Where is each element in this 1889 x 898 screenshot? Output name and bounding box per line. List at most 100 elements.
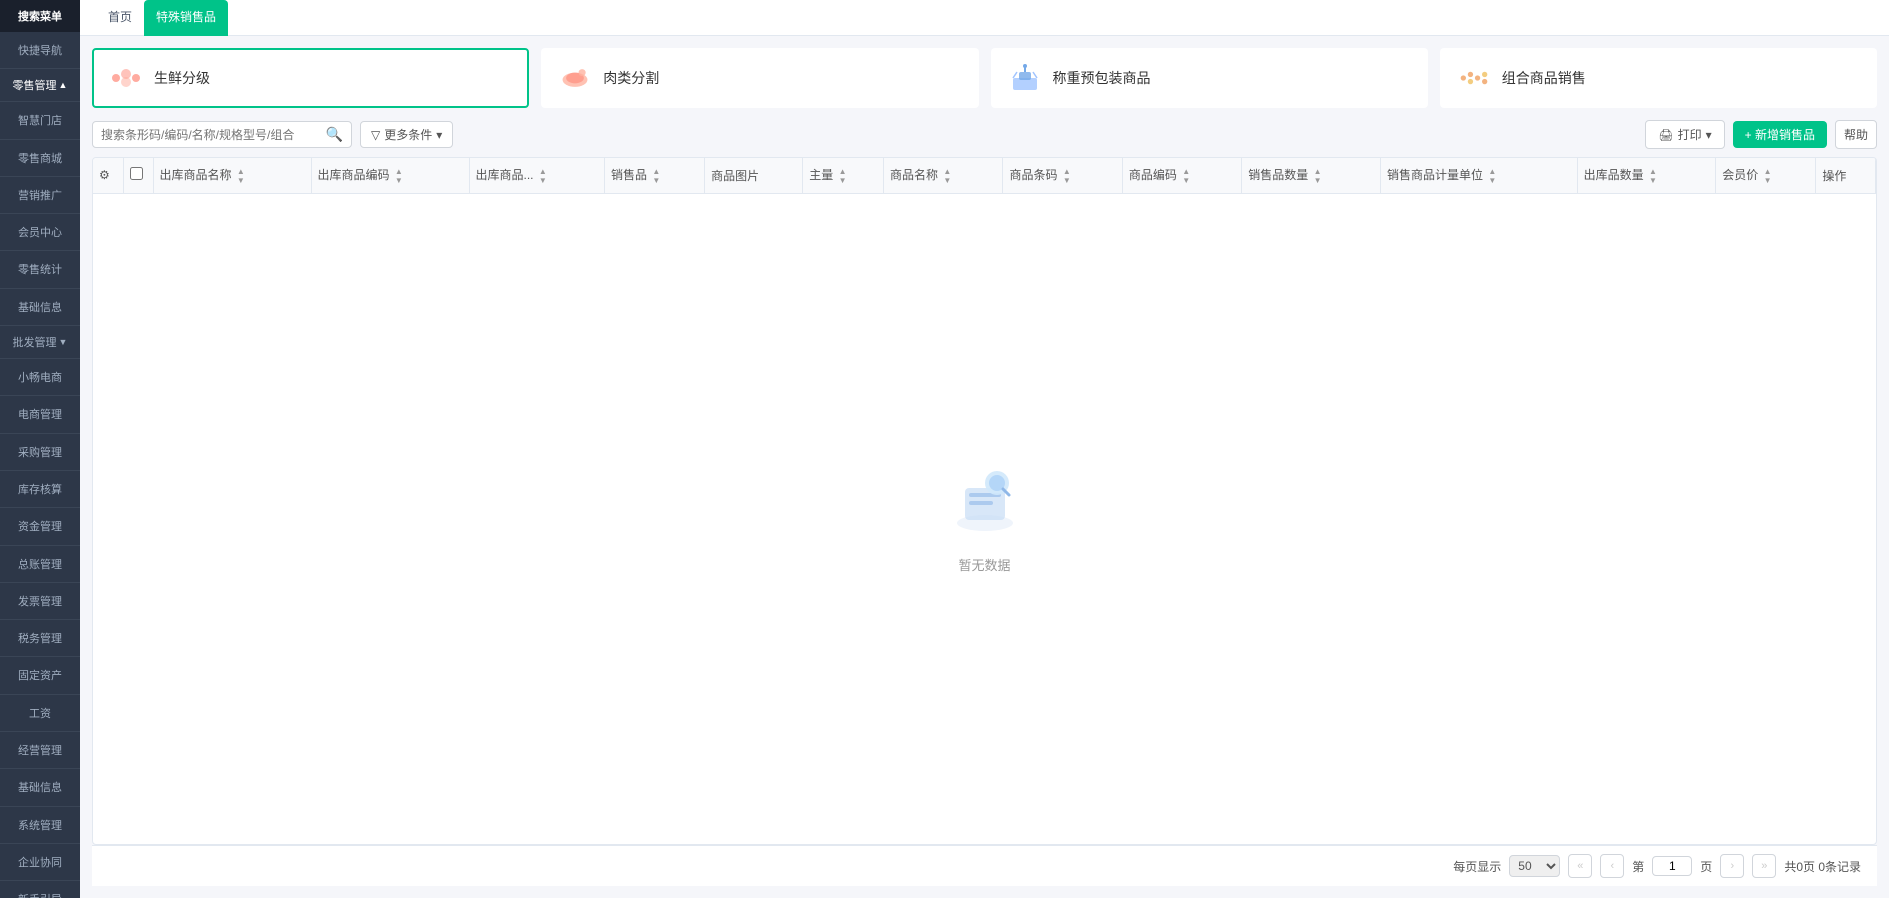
fresh-grade-icon — [110, 62, 142, 94]
th-product-code[interactable]: 商品编码 ▲▼ — [1122, 158, 1241, 193]
prev-page-button[interactable]: ‹ — [1600, 854, 1624, 878]
tab-card-weight-package-label: 称重预包装商品 — [1053, 68, 1151, 88]
combo-sales-icon — [1458, 62, 1490, 94]
last-page-button[interactable]: » — [1752, 854, 1776, 878]
per-page-select[interactable]: 50 10 20 100 — [1509, 855, 1560, 877]
sidebar-item-small-prog[interactable]: 小畅电商 — [0, 359, 80, 396]
page-input[interactable] — [1652, 856, 1692, 876]
th-settings[interactable]: ⚙ — [93, 158, 123, 193]
sidebar-item-retail-stats[interactable]: 零售统计 — [0, 251, 80, 288]
th-out-name[interactable]: 出库商品名称 ▲▼ — [153, 158, 311, 193]
table-header-row: ⚙ 出库商品名称 ▲▼ 出库商品编码 ▲▼ — [93, 158, 1876, 193]
page-content: 生鲜分级 肉类分割 — [80, 36, 1889, 898]
sidebar-item-retail-mall[interactable]: 零售商城 — [0, 140, 80, 177]
filter-button[interactable]: ▽ 更多条件 ▾ — [360, 121, 453, 148]
filter-label: 更多条件 — [384, 126, 432, 143]
sidebar-item-new-guide[interactable]: 新手引导 — [0, 881, 80, 898]
sidebar-item-member-center[interactable]: 会员中心 — [0, 214, 80, 251]
th-barcode[interactable]: 商品条码 ▲▼ — [1003, 158, 1122, 193]
tab-card-combo-sales[interactable]: 组合商品销售 — [1440, 48, 1877, 108]
th-sales-qty[interactable]: 销售品数量 ▲▼ — [1242, 158, 1381, 193]
sort-icon-11: ▲▼ — [1649, 167, 1657, 185]
sidebar-item-basic-info2[interactable]: 基础信息 — [0, 769, 80, 806]
main-content: 首页 特殊销售品 生鲜分级 — [80, 0, 1889, 898]
sort-icon-2: ▲▼ — [395, 167, 403, 185]
toolbar: 🔍 ▽ 更多条件 ▾ 🖨 打印 ▾ + 新增销售品 帮助 — [92, 120, 1877, 149]
sidebar-item-ecommerce[interactable]: 电商管理 — [0, 396, 80, 433]
new-sales-button[interactable]: + 新增销售品 — [1733, 121, 1827, 148]
table-container: ⚙ 出库商品名称 ▲▼ 出库商品编码 ▲▼ — [92, 157, 1877, 845]
sidebar-item-smart-store[interactable]: 智慧门店 — [0, 102, 80, 139]
sidebar-item-basic-info[interactable]: 基础信息 — [0, 289, 80, 326]
sidebar-logo[interactable]: 搜索菜单 — [0, 0, 80, 32]
sort-icon-12: ▲▼ — [1764, 167, 1772, 185]
top-nav: 首页 特殊销售品 — [80, 0, 1889, 36]
first-page-button[interactable]: « — [1568, 854, 1592, 878]
print-label: 打印 — [1678, 126, 1702, 143]
sidebar-item-inventory[interactable]: 库存核算 — [0, 471, 80, 508]
settings-gear-icon: ⚙ — [99, 168, 110, 182]
sidebar-item-wholesale-mgmt[interactable]: 批发管理 ▼ — [0, 326, 80, 359]
page-suffix: 页 — [1700, 858, 1712, 875]
select-all-checkbox[interactable] — [130, 167, 143, 180]
data-table: ⚙ 出库商品名称 ▲▼ 出库商品编码 ▲▼ — [93, 158, 1876, 194]
empty-icon — [945, 463, 1025, 543]
th-product-name[interactable]: 商品名称 ▲▼ — [884, 158, 1003, 193]
sort-icon-9: ▲▼ — [1314, 167, 1322, 185]
th-action: 操作 — [1816, 158, 1876, 193]
filter-chevron-icon: ▾ — [436, 128, 442, 142]
help-button[interactable]: 帮助 — [1835, 120, 1877, 149]
sidebar-item-tax[interactable]: 税务管理 — [0, 620, 80, 657]
tab-card-fresh-grade[interactable]: 生鲜分级 — [92, 48, 529, 108]
tab-cards: 生鲜分级 肉类分割 — [92, 48, 1877, 108]
th-image[interactable]: 商品图片 — [705, 158, 803, 193]
sidebar: 搜索菜单 快捷导航 零售管理 ▲ 智慧门店 零售商城 营销推广 会员中心 零售统… — [0, 0, 80, 898]
tab-card-meat-division-label: 肉类分割 — [603, 68, 659, 88]
th-checkbox[interactable] — [123, 158, 153, 193]
th-sales-item[interactable]: 销售品 ▲▼ — [604, 158, 704, 193]
sort-icon-5: ▲▼ — [839, 167, 847, 185]
print-button[interactable]: 🖨 打印 ▾ — [1645, 120, 1724, 149]
search-box[interactable]: 🔍 — [92, 121, 352, 148]
sort-icon-7: ▲▼ — [1063, 167, 1071, 185]
tab-card-combo-sales-label: 组合商品销售 — [1502, 68, 1586, 88]
th-out-code[interactable]: 出库商品编码 ▲▼ — [311, 158, 469, 193]
sidebar-item-marketing[interactable]: 营销推广 — [0, 177, 80, 214]
th-sales-unit[interactable]: 销售商品计量单位 ▲▼ — [1381, 158, 1578, 193]
th-member-price[interactable]: 会员价 ▲▼ — [1716, 158, 1816, 193]
search-icon[interactable]: 🔍 — [326, 126, 343, 143]
sidebar-item-payroll[interactable]: 工资 — [0, 695, 80, 732]
print-icon: 🖨 — [1658, 128, 1673, 142]
tab-card-weight-package[interactable]: 称重预包装商品 — [991, 48, 1428, 108]
toolbar-left: 🔍 ▽ 更多条件 ▾ — [92, 121, 453, 148]
sort-icon-8: ▲▼ — [1182, 167, 1190, 185]
tab-home[interactable]: 首页 — [96, 0, 144, 36]
chevron-down-icon: ▲ — [59, 80, 68, 90]
new-sales-label: + 新增销售品 — [1745, 126, 1815, 143]
th-main-unit[interactable]: 主量 ▲▼ — [803, 158, 884, 193]
next-page-button[interactable]: › — [1720, 854, 1744, 878]
search-input[interactable] — [101, 128, 326, 142]
sort-icon-10: ▲▼ — [1488, 167, 1496, 185]
sidebar-item-purchase[interactable]: 采购管理 — [0, 434, 80, 471]
sidebar-item-invoice[interactable]: 发票管理 — [0, 583, 80, 620]
sidebar-item-system-mgmt[interactable]: 系统管理 — [0, 807, 80, 844]
sidebar-item-fixed-assets[interactable]: 固定资产 — [0, 657, 80, 694]
tab-card-meat-division[interactable]: 肉类分割 — [541, 48, 978, 108]
tab-special-sales[interactable]: 特殊销售品 — [144, 0, 228, 36]
sidebar-item-enterprise[interactable]: 企业协同 — [0, 844, 80, 881]
sort-icon-3: ▲▼ — [539, 167, 547, 185]
th-out-info[interactable]: 出库商品... ▲▼ — [469, 158, 604, 193]
filter-icon: ▽ — [371, 128, 380, 142]
print-chevron-icon: ▾ — [1706, 128, 1712, 142]
total-label: 共0页 0条记录 — [1784, 858, 1861, 875]
th-out-qty[interactable]: 出库品数量 ▲▼ — [1577, 158, 1716, 193]
sidebar-item-ledger[interactable]: 总账管理 — [0, 546, 80, 583]
sidebar-item-finance[interactable]: 资金管理 — [0, 508, 80, 545]
sidebar-item-retail-mgmt[interactable]: 零售管理 ▲ — [0, 69, 80, 102]
help-label: 帮助 — [1844, 126, 1868, 143]
sort-icon: ▲▼ — [237, 167, 245, 185]
pagination-bar: 每页显示 50 10 20 100 « ‹ 第 页 › » 共0页 0条记录 — [92, 845, 1877, 886]
sidebar-item-quick-nav[interactable]: 快捷导航 — [0, 32, 80, 69]
sidebar-item-business-mgmt[interactable]: 经营管理 — [0, 732, 80, 769]
